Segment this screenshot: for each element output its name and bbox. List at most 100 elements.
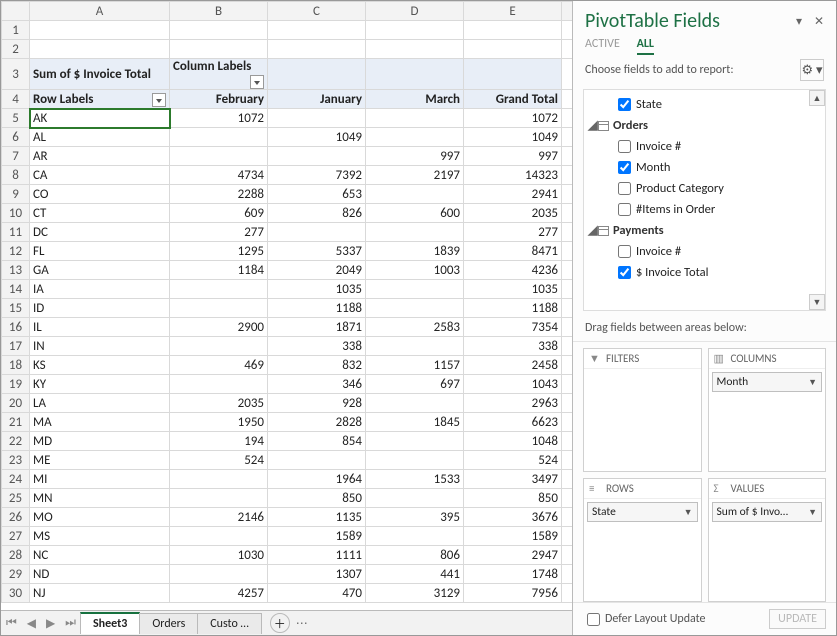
cell[interactable] bbox=[562, 451, 573, 470]
cell[interactable] bbox=[562, 242, 573, 261]
cell-value[interactable]: 346 bbox=[268, 375, 366, 394]
cell-value[interactable]: 338 bbox=[464, 337, 562, 356]
field-scroll-up[interactable]: ▲ bbox=[809, 90, 825, 106]
row-header-14[interactable]: 14 bbox=[2, 280, 30, 299]
cell-value[interactable]: 2828 bbox=[268, 413, 366, 432]
cell[interactable] bbox=[562, 21, 573, 40]
cell-header[interactable]: January bbox=[268, 90, 366, 109]
pane-close-icon[interactable]: ✕ bbox=[812, 14, 826, 28]
row-header-1[interactable]: 1 bbox=[2, 21, 30, 40]
area-columns[interactable]: ▥COLUMNS Month▼ bbox=[708, 348, 827, 472]
row-header-23[interactable]: 23 bbox=[2, 451, 30, 470]
nav-last-icon[interactable]: ⏭ bbox=[65, 616, 76, 631]
cell-value[interactable]: 1307 bbox=[268, 565, 366, 584]
cell[interactable] bbox=[562, 261, 573, 280]
row-header-18[interactable]: 18 bbox=[2, 356, 30, 375]
cell[interactable] bbox=[562, 318, 573, 337]
nav-first-icon[interactable]: ⏮ bbox=[6, 616, 17, 631]
cell[interactable] bbox=[268, 40, 366, 59]
cell-value[interactable] bbox=[170, 470, 268, 489]
col-header-D[interactable]: D bbox=[366, 2, 464, 21]
cell-value[interactable]: 1188 bbox=[268, 299, 366, 318]
field-checkbox[interactable] bbox=[618, 266, 631, 279]
cell-state[interactable]: ID bbox=[30, 299, 170, 318]
cell-state[interactable]: MA bbox=[30, 413, 170, 432]
col-header-C[interactable]: C bbox=[268, 2, 366, 21]
cell-value[interactable]: 4257 bbox=[170, 584, 268, 603]
cell-state[interactable]: CO bbox=[30, 185, 170, 204]
field-item[interactable]: #Items in Order bbox=[584, 199, 825, 220]
cell[interactable] bbox=[30, 21, 170, 40]
field-checkbox[interactable] bbox=[618, 203, 631, 216]
col-header-F[interactable]: F bbox=[562, 2, 573, 21]
cell-value[interactable]: 2583 bbox=[366, 318, 464, 337]
cell[interactable] bbox=[268, 21, 366, 40]
cell-value[interactable]: 2197 bbox=[366, 166, 464, 185]
row-header-10[interactable]: 10 bbox=[2, 204, 30, 223]
cells-grid[interactable]: ABCDEF123Sum of $ Invoice TotalColumn La… bbox=[1, 1, 572, 603]
cell-value[interactable] bbox=[170, 147, 268, 166]
field-item[interactable]: State bbox=[584, 94, 825, 115]
cell-value[interactable]: 7354 bbox=[464, 318, 562, 337]
sheet-nav-buttons[interactable]: ⏮ ◀ ▶ ⏭ bbox=[1, 616, 81, 631]
cell[interactable] bbox=[366, 59, 464, 90]
cell-value[interactable] bbox=[366, 489, 464, 508]
cell-value[interactable]: 1072 bbox=[170, 109, 268, 128]
cell[interactable] bbox=[464, 59, 562, 90]
field-group[interactable]: ◢Payments bbox=[584, 220, 825, 241]
cell-value[interactable]: 2288 bbox=[170, 185, 268, 204]
row-header-13[interactable]: 13 bbox=[2, 261, 30, 280]
sheet-tab[interactable]: Sheet3 bbox=[80, 612, 140, 634]
cell[interactable] bbox=[562, 432, 573, 451]
cell-value[interactable]: 854 bbox=[268, 432, 366, 451]
cell-value[interactable]: 1589 bbox=[464, 527, 562, 546]
area-filters[interactable]: ▼FILTERS bbox=[583, 348, 702, 472]
cell-state[interactable]: KS bbox=[30, 356, 170, 375]
cell-header[interactable]: February bbox=[170, 90, 268, 109]
cell-value[interactable]: 826 bbox=[268, 204, 366, 223]
chip-rows[interactable]: State▼ bbox=[587, 502, 698, 522]
row-header-5[interactable]: 5 bbox=[2, 109, 30, 128]
cell-value[interactable] bbox=[170, 527, 268, 546]
cell-value[interactable]: 2146 bbox=[170, 508, 268, 527]
cell[interactable] bbox=[30, 40, 170, 59]
field-group[interactable]: ◢Orders bbox=[584, 115, 825, 136]
cell-value[interactable]: 395 bbox=[366, 508, 464, 527]
cell-value[interactable] bbox=[366, 185, 464, 204]
cell-value[interactable] bbox=[366, 128, 464, 147]
cell-value[interactable]: 2900 bbox=[170, 318, 268, 337]
row-header-17[interactable]: 17 bbox=[2, 337, 30, 356]
cell[interactable] bbox=[268, 59, 366, 90]
cell-value[interactable] bbox=[366, 451, 464, 470]
cell-state[interactable]: KY bbox=[30, 375, 170, 394]
cell-state[interactable]: AK bbox=[30, 109, 170, 128]
row-header-19[interactable]: 19 bbox=[2, 375, 30, 394]
col-header-E[interactable]: E bbox=[464, 2, 562, 21]
area-rows[interactable]: ≡ROWS State▼ bbox=[583, 478, 702, 602]
field-scroll-down[interactable]: ▼ bbox=[809, 294, 825, 310]
cell[interactable] bbox=[366, 21, 464, 40]
cell-value[interactable] bbox=[366, 527, 464, 546]
cell-value[interactable]: 1049 bbox=[464, 128, 562, 147]
cell-value[interactable]: 600 bbox=[366, 204, 464, 223]
defer-layout-checkbox[interactable] bbox=[587, 613, 600, 626]
cell-value[interactable]: 4236 bbox=[464, 261, 562, 280]
cell-value[interactable]: 1111 bbox=[268, 546, 366, 565]
chip-columns[interactable]: Month▼ bbox=[712, 372, 823, 392]
row-header-24[interactable]: 24 bbox=[2, 470, 30, 489]
row-header-4[interactable]: 4 bbox=[2, 90, 30, 109]
cell-state[interactable]: IA bbox=[30, 280, 170, 299]
cell-state[interactable]: MS bbox=[30, 527, 170, 546]
row-header-27[interactable]: 27 bbox=[2, 527, 30, 546]
cell-value[interactable]: 2049 bbox=[268, 261, 366, 280]
cell-value[interactable]: 1964 bbox=[268, 470, 366, 489]
cell-value[interactable]: 1589 bbox=[268, 527, 366, 546]
cell-value[interactable]: 697 bbox=[366, 375, 464, 394]
cell[interactable] bbox=[562, 40, 573, 59]
cell-state[interactable]: NC bbox=[30, 546, 170, 565]
row-header-29[interactable]: 29 bbox=[2, 565, 30, 584]
cell[interactable] bbox=[464, 21, 562, 40]
cell[interactable] bbox=[366, 40, 464, 59]
cell-value[interactable] bbox=[268, 223, 366, 242]
cell-value[interactable]: 997 bbox=[464, 147, 562, 166]
